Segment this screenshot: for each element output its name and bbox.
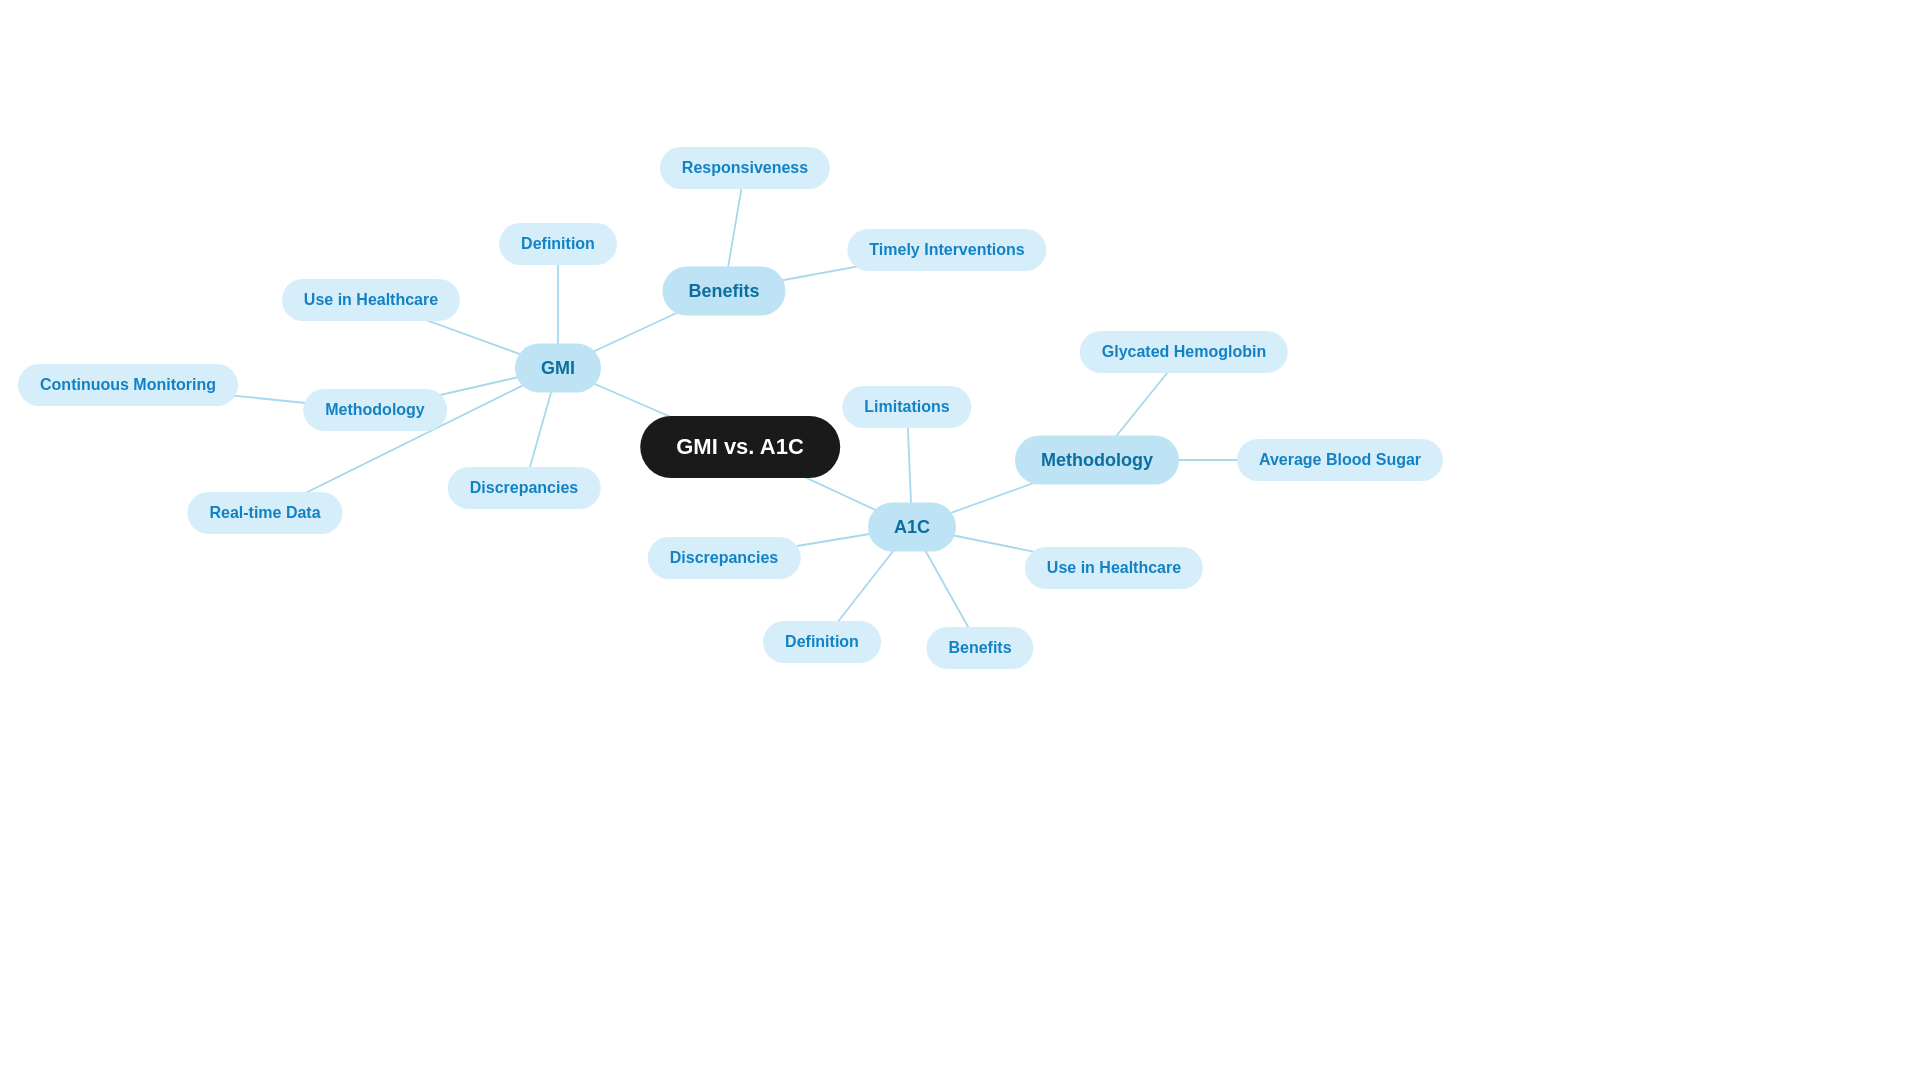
responsiveness-node[interactable]: Responsiveness bbox=[660, 147, 830, 189]
a1c-discrepancies-node[interactable]: Discrepancies bbox=[648, 537, 801, 579]
a1c-limitations-node[interactable]: Limitations bbox=[842, 386, 971, 428]
gmi-definition-node[interactable]: Definition bbox=[499, 223, 617, 265]
gmi-realtime-data-node[interactable]: Real-time Data bbox=[187, 492, 342, 534]
a1c-benefits-node[interactable]: Benefits bbox=[926, 627, 1033, 669]
benefits-node[interactable]: Benefits bbox=[662, 267, 785, 316]
timely-interventions-node[interactable]: Timely Interventions bbox=[847, 229, 1046, 271]
glycated-hemoglobin-node[interactable]: Glycated Hemoglobin bbox=[1080, 331, 1288, 373]
gmi-continuous-monitoring-node[interactable]: Continuous Monitoring bbox=[18, 364, 238, 406]
mindmap-svg bbox=[0, 0, 1920, 1083]
a1c-use-healthcare-node[interactable]: Use in Healthcare bbox=[1025, 547, 1203, 589]
a1c-node[interactable]: A1C bbox=[868, 503, 956, 552]
a1c-definition-node[interactable]: Definition bbox=[763, 621, 881, 663]
gmi-discrepancies-node[interactable]: Discrepancies bbox=[448, 467, 601, 509]
gmi-methodology-node[interactable]: Methodology bbox=[303, 389, 447, 431]
gmi-use-healthcare-node[interactable]: Use in Healthcare bbox=[282, 279, 460, 321]
a1c-methodology-node[interactable]: Methodology bbox=[1015, 436, 1179, 485]
gmi-node[interactable]: GMI bbox=[515, 344, 601, 393]
center-node[interactable]: GMI vs. A1C bbox=[640, 416, 840, 478]
average-blood-sugar-node[interactable]: Average Blood Sugar bbox=[1237, 439, 1443, 481]
